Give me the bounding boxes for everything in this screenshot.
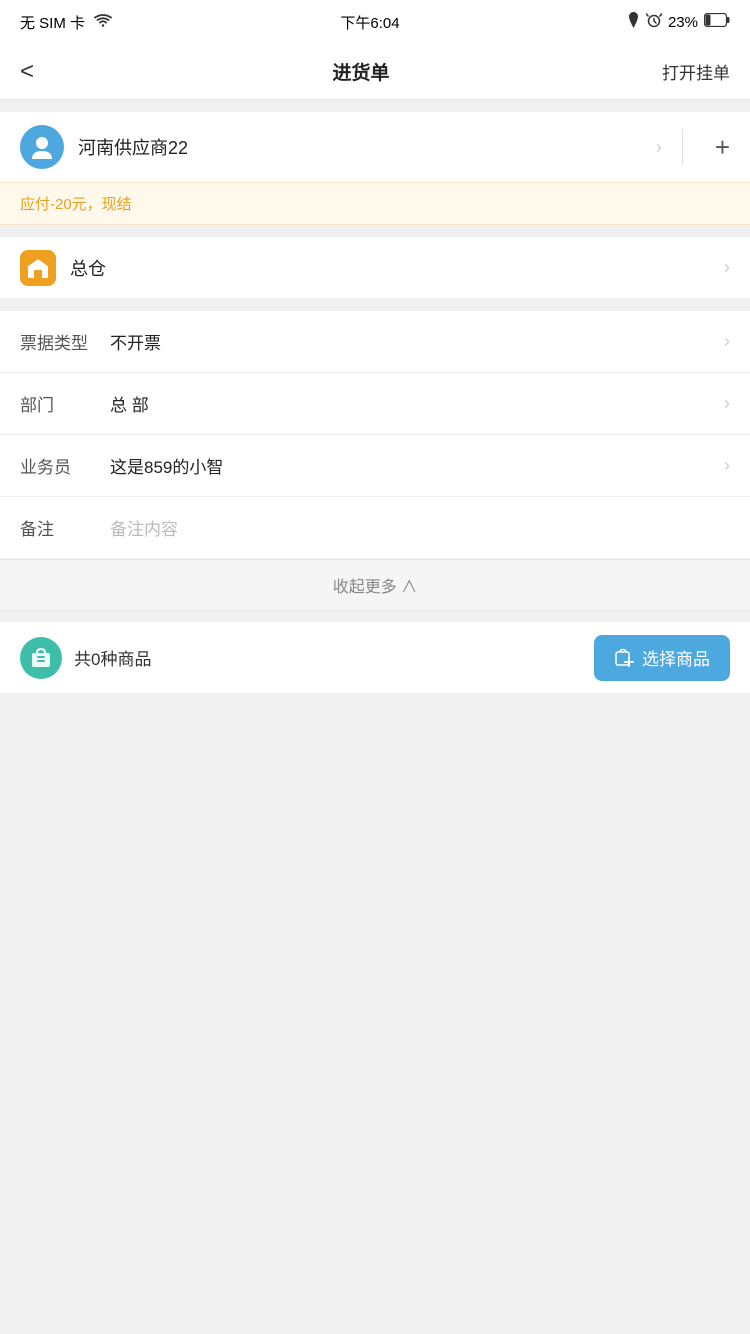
battery-text: 23%	[668, 14, 698, 31]
section-gap-4	[0, 609, 750, 621]
warehouse-row[interactable]: 总仓 ›	[0, 237, 750, 299]
product-count-text: 共0种商品	[74, 645, 151, 670]
warehouse-section: 总仓 ›	[0, 237, 750, 299]
carrier-text: 无 SIM 卡	[20, 12, 85, 33]
department-chevron-icon: ›	[724, 393, 730, 414]
status-bar: 无 SIM 卡 下午6:04 23%	[0, 0, 750, 44]
select-product-button[interactable]: 选择商品	[594, 635, 730, 681]
department-label: 部门	[20, 391, 110, 416]
supplier-row[interactable]: 河南供应商22 › +	[0, 112, 750, 182]
supplier-row-right: › +	[656, 129, 730, 165]
supplier-avatar	[20, 125, 64, 169]
status-time: 下午6:04	[340, 12, 399, 33]
collapse-label: 收起更多 ∧	[333, 573, 417, 597]
vertical-divider	[682, 129, 683, 165]
salesperson-row[interactable]: 业务员 这是859的小智 ›	[0, 435, 750, 497]
salesperson-label: 业务员	[20, 453, 110, 478]
page-title: 进货单	[332, 58, 389, 85]
status-left: 无 SIM 卡	[20, 12, 113, 33]
form-section: 票据类型 不开票 › 部门 总 部 › 业务员 这是859的小智 › 备注 备注…	[0, 311, 750, 609]
warehouse-name: 总仓	[70, 255, 724, 281]
invoice-type-chevron-icon: ›	[724, 331, 730, 352]
section-gap-1	[0, 100, 750, 112]
bottom-bar: 共0种商品 选择商品	[0, 621, 750, 693]
invoice-type-row[interactable]: 票据类型 不开票 ›	[0, 311, 750, 373]
remark-row[interactable]: 备注 备注内容	[0, 497, 750, 559]
remark-label: 备注	[20, 515, 110, 540]
page-body	[0, 693, 750, 993]
battery-icon	[704, 13, 730, 31]
product-count-section: 共0种商品	[20, 637, 151, 679]
back-button[interactable]: <	[20, 58, 60, 86]
department-row[interactable]: 部门 总 部 ›	[0, 373, 750, 435]
collapse-row[interactable]: 收起更多 ∧	[0, 559, 750, 609]
salesperson-chevron-icon: ›	[724, 455, 730, 476]
section-gap-2	[0, 225, 750, 237]
status-right: 23%	[627, 12, 730, 32]
add-supplier-button[interactable]: +	[715, 132, 730, 163]
department-value: 总 部	[110, 391, 724, 416]
invoice-type-label: 票据类型	[20, 329, 110, 354]
select-product-label: 选择商品	[642, 645, 710, 670]
wifi-icon	[93, 13, 113, 32]
section-gap-3	[0, 299, 750, 311]
warehouse-icon	[20, 250, 56, 286]
notice-banner: 应付-20元，现结	[0, 182, 750, 225]
alarm-icon	[646, 12, 662, 32]
nav-bar: < 进货单 打开挂单	[0, 44, 750, 100]
warehouse-chevron-icon: ›	[724, 257, 730, 278]
invoice-type-value: 不开票	[110, 329, 724, 354]
supplier-chevron-icon: ›	[656, 137, 662, 158]
supplier-section: 河南供应商22 › + 应付-20元，现结	[0, 112, 750, 225]
open-pending-button[interactable]: 打开挂单	[662, 59, 730, 84]
remark-input[interactable]: 备注内容	[110, 515, 730, 540]
supplier-name: 河南供应商22	[78, 134, 656, 160]
product-icon	[20, 637, 62, 679]
salesperson-value: 这是859的小智	[110, 453, 724, 478]
location-icon	[627, 12, 640, 32]
